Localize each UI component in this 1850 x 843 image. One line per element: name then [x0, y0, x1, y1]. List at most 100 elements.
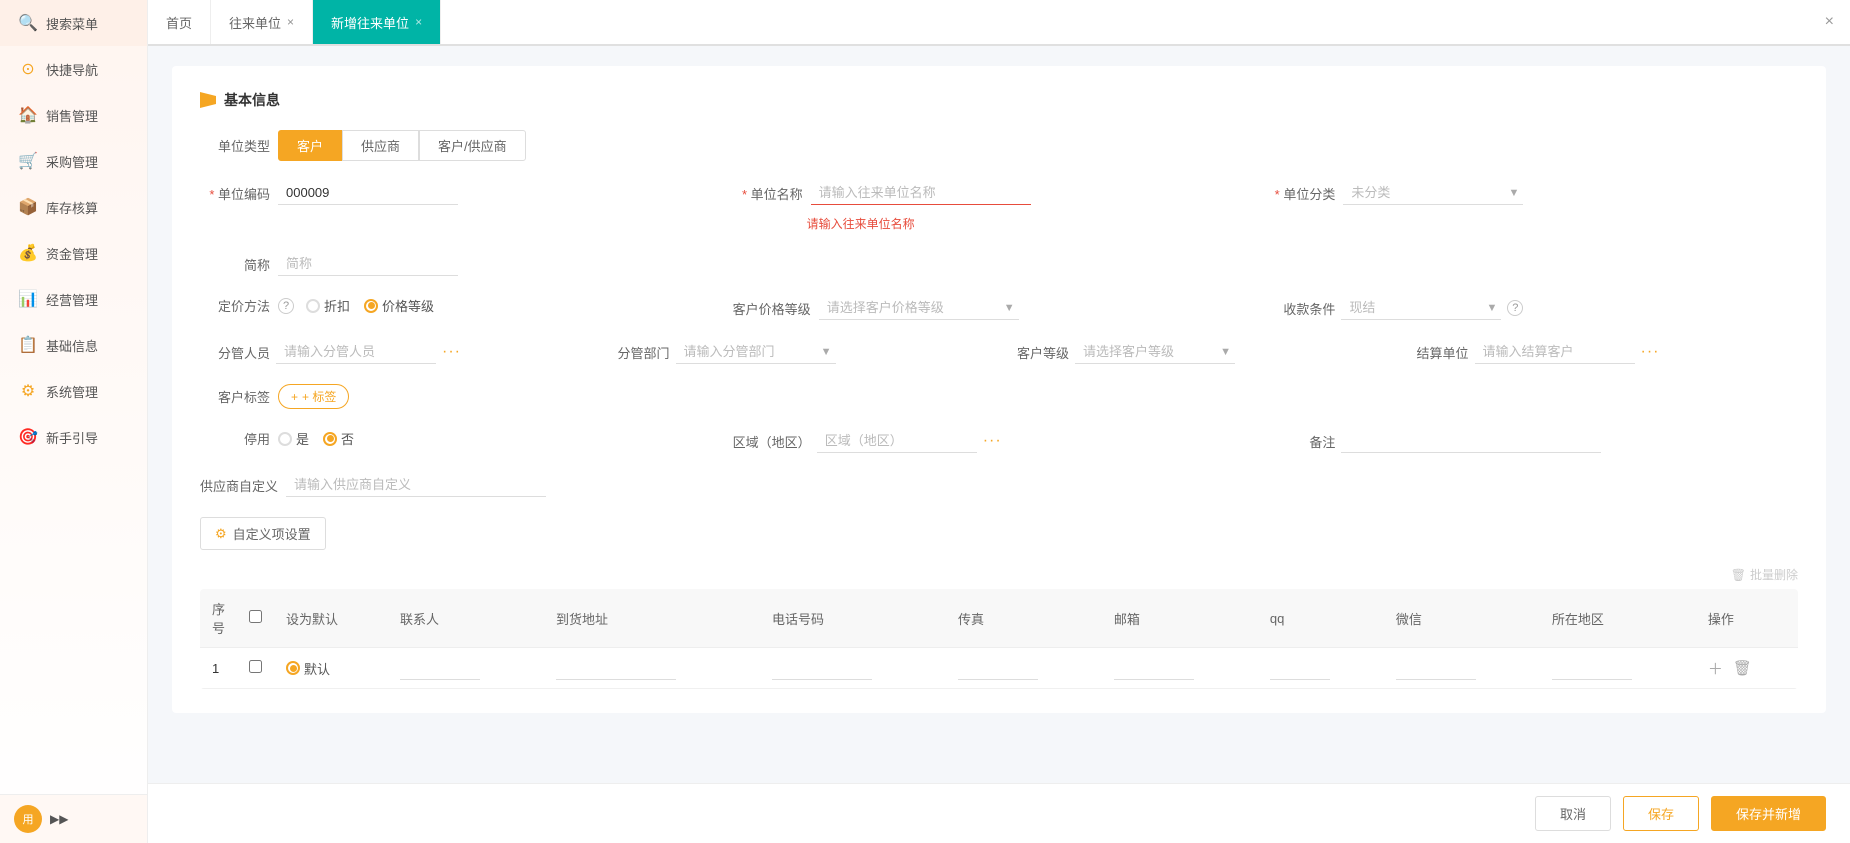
disabled-no-label: 否 [341, 429, 354, 448]
contact-input[interactable] [400, 656, 480, 680]
supplier-custom-field: 供应商自定义 [200, 473, 1798, 497]
delete-row-icon[interactable]: 🗑 [1733, 659, 1752, 677]
unit-type-supplier[interactable]: 供应商 [342, 130, 419, 161]
unit-code-input[interactable] [278, 181, 458, 205]
sidebar-item-system[interactable]: ⚙ 系统管理 [0, 368, 147, 414]
disabled-region-row: 停用 是 否 区域（地区） ··· [200, 429, 1798, 453]
cancel-button[interactable]: 取消 [1535, 796, 1611, 831]
department-dropdown[interactable]: 请输入分管部门 [676, 340, 836, 363]
pricing-level-option[interactable]: 价格等级 [364, 296, 434, 315]
table-header: 序号 设为默认 联系人 到货地址 电话号码 传真 邮箱 qq 微信 所在地区 操… [200, 589, 1798, 648]
col-address: 到货地址 [544, 589, 760, 648]
sidebar: 🔍 搜索菜单 ⊙ 快捷导航 🏠 销售管理 🛒 采购管理 📦 库存核算 💰 资金管… [0, 0, 148, 843]
add-row-icon[interactable]: ＋ [1708, 658, 1723, 679]
unit-type-both[interactable]: 客户/供应商 [419, 130, 526, 161]
unit-name-input[interactable] [811, 181, 1031, 205]
pricing-discount-radio[interactable] [306, 299, 320, 313]
pricing-row: 定价方法 ? 折扣 价格等级 客户价格等级 [200, 296, 1798, 320]
form-footer: 取消 保存 保存并新增 [148, 783, 1850, 843]
payment-terms-field: 收款条件 现结 ▼ ? [1265, 296, 1798, 320]
sidebar-item-guide[interactable]: 🎯 新手引导 [0, 414, 147, 460]
manager-input[interactable] [276, 340, 436, 364]
wechat-input[interactable] [1396, 656, 1476, 680]
pricing-method-label: 定价方法 [200, 296, 270, 315]
unit-type-customer[interactable]: 客户 [278, 130, 342, 161]
address-input[interactable] [556, 656, 676, 680]
unit-category-dropdown[interactable]: 未分类 [1343, 181, 1523, 204]
tab-new-partner[interactable]: 新增往来单位 × [313, 0, 441, 44]
section-title: 基本信息 [200, 90, 1798, 110]
col-check [237, 589, 274, 648]
custom-settings-button[interactable]: ⚙ 自定义项设置 [200, 517, 326, 550]
default-radio-option[interactable]: 默认 [286, 659, 376, 678]
disabled-yes-radio[interactable] [278, 432, 292, 446]
add-tag-button[interactable]: + + 标签 [278, 384, 349, 409]
settlement-more-btn[interactable]: ··· [1641, 343, 1660, 361]
sidebar-label-sales: 销售管理 [46, 106, 98, 125]
col-phone: 电话号码 [760, 589, 946, 648]
batch-delete-area: 🗑 批量删除 [200, 566, 1798, 583]
sidebar-label-finance: 资金管理 [46, 244, 98, 263]
supplier-custom-label: 供应商自定义 [200, 476, 278, 495]
sidebar-item-sales[interactable]: 🏠 销售管理 [0, 92, 147, 138]
department-select[interactable]: 请输入分管部门 ▼ [676, 340, 836, 364]
row-qq [1258, 648, 1384, 689]
email-input[interactable] [1114, 656, 1194, 680]
supplier-custom-input[interactable] [286, 473, 546, 497]
tab-new-partner-close[interactable]: × [415, 15, 422, 29]
sidebar-item-basic[interactable]: 📋 基础信息 [0, 322, 147, 368]
customer-price-level-select[interactable]: 请选择客户价格等级 ▼ [819, 296, 1019, 320]
section-title-text: 基本信息 [224, 90, 280, 110]
unit-category-select[interactable]: 未分类 ▼ [1343, 181, 1523, 205]
customer-tag-field: 客户标签 + + 标签 [200, 384, 1798, 409]
department-label: 分管部门 [600, 343, 670, 362]
payment-help-icon[interactable]: ? [1507, 300, 1523, 316]
fax-input[interactable] [958, 656, 1038, 680]
pricing-discount-option[interactable]: 折扣 [306, 296, 350, 315]
region-more-btn[interactable]: ··· [983, 432, 1002, 450]
short-name-input[interactable] [278, 252, 458, 276]
pricing-level-radio[interactable] [364, 299, 378, 313]
disabled-no-option[interactable]: 否 [323, 429, 354, 448]
tab-home[interactable]: 首页 [148, 0, 211, 44]
gear-icon: ⚙ [215, 526, 227, 542]
col-default: 设为默认 [274, 589, 388, 648]
row-region-input[interactable] [1552, 656, 1632, 680]
code-name-row: 单位编码 单位名称 请输入往来单位名称 单位分类 未分类 [200, 181, 1798, 232]
save-button[interactable]: 保存 [1623, 796, 1699, 831]
row-check [237, 648, 274, 689]
customer-price-level-dropdown[interactable]: 请选择客户价格等级 [819, 296, 1019, 319]
tab-partners[interactable]: 往来单位 × [211, 0, 313, 44]
sidebar-item-quick-nav[interactable]: ⊙ 快捷导航 [0, 46, 147, 92]
tab-partners-close[interactable]: × [287, 15, 294, 29]
sidebar-item-purchase[interactable]: 🛒 采购管理 [0, 138, 147, 184]
customer-level-dropdown[interactable]: 请选择客户等级 [1075, 340, 1235, 363]
default-radio[interactable] [286, 661, 300, 675]
sidebar-label-system: 系统管理 [46, 382, 98, 401]
tab-bar: 首页 往来单位 × 新增往来单位 × × [148, 0, 1850, 46]
col-contact: 联系人 [388, 589, 544, 648]
user-avatar: 用 [14, 805, 42, 833]
sidebar-label-guide: 新手引导 [46, 428, 98, 447]
phone-input[interactable] [772, 656, 872, 680]
customer-level-select[interactable]: 请选择客户等级 ▼ [1075, 340, 1235, 364]
manager-more-btn[interactable]: ··· [442, 343, 461, 361]
payment-terms-dropdown[interactable]: 现结 [1341, 296, 1501, 319]
sidebar-item-finance[interactable]: 💰 资金管理 [0, 230, 147, 276]
pricing-help-icon[interactable]: ? [278, 298, 294, 314]
settlement-unit-input[interactable] [1475, 340, 1635, 364]
main-close-button[interactable]: × [1809, 13, 1850, 31]
sidebar-item-search[interactable]: 🔍 搜索菜单 [0, 0, 147, 46]
payment-terms-select[interactable]: 现结 ▼ [1341, 296, 1501, 320]
qq-input[interactable] [1270, 656, 1330, 680]
row-checkbox[interactable] [249, 660, 262, 673]
sidebar-item-operations[interactable]: 📊 经营管理 [0, 276, 147, 322]
system-icon: ⚙ [18, 381, 38, 401]
select-all-checkbox[interactable] [249, 610, 262, 623]
sidebar-item-inventory[interactable]: 📦 库存核算 [0, 184, 147, 230]
region-input[interactable] [817, 429, 977, 453]
save-new-button[interactable]: 保存并新增 [1711, 796, 1826, 831]
disabled-no-radio[interactable] [323, 432, 337, 446]
remark-input[interactable] [1341, 429, 1601, 453]
disabled-yes-option[interactable]: 是 [278, 429, 309, 448]
